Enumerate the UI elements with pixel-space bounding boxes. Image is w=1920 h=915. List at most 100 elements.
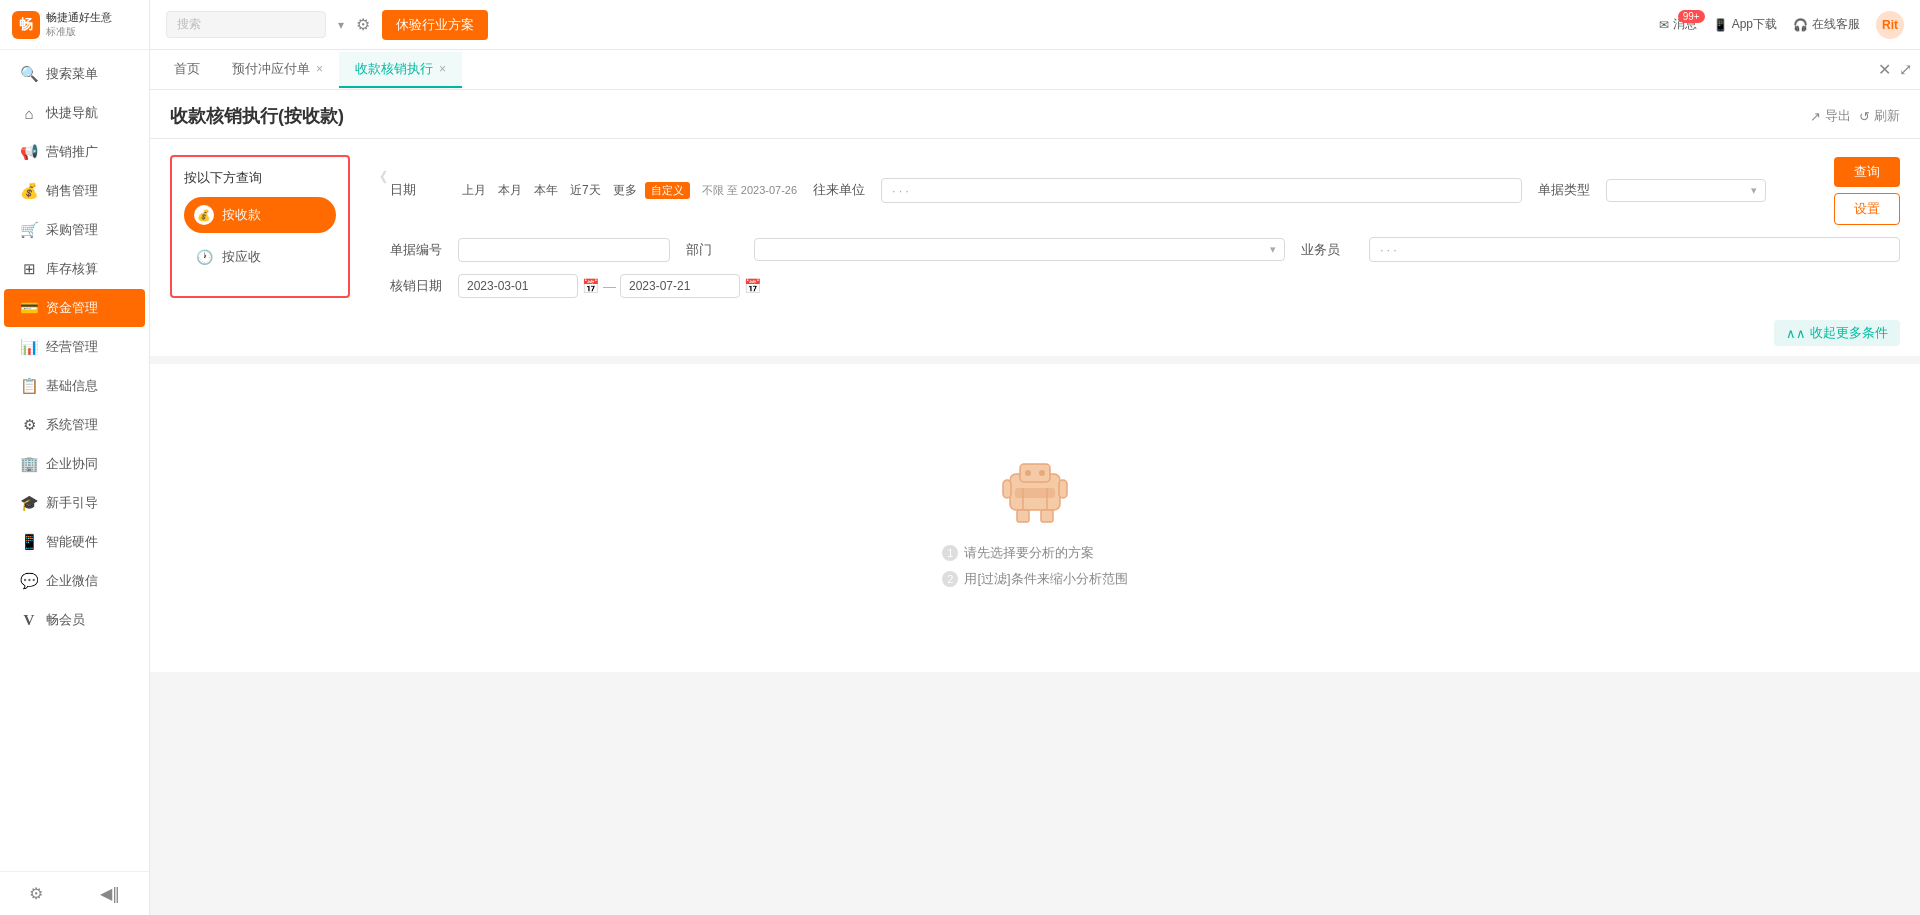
verify-date-field: 核销日期 📅 — 📅 bbox=[390, 274, 761, 298]
tip-num-1: 1 bbox=[942, 545, 958, 561]
tab-prepay-close[interactable]: × bbox=[316, 62, 323, 76]
voucher-no-field: 单据编号 bbox=[390, 238, 670, 262]
sidebar-item-marketing[interactable]: 📢 营销推广 bbox=[4, 133, 145, 171]
app-label: App下载 bbox=[1732, 16, 1777, 33]
staff-field: 业务员 ··· bbox=[1301, 237, 1900, 262]
solution-btn[interactable]: 休验行业方案 bbox=[382, 10, 488, 40]
page-title: 收款核销执行(按收款) bbox=[170, 104, 344, 128]
sidebar-label-purchase: 采购管理 bbox=[46, 221, 98, 239]
sidebar-label-enterprise: 企业协同 bbox=[46, 455, 98, 473]
export-btn[interactable]: ↗ 导出 bbox=[1810, 107, 1851, 125]
sidebar-item-wechat[interactable]: 💬 企业微信 bbox=[4, 562, 145, 600]
tab-home[interactable]: 首页 bbox=[158, 52, 216, 88]
date-shortcuts: 上月 本月 本年 近7天 更多 自定义 bbox=[458, 180, 690, 201]
refresh-label: 刷新 bbox=[1874, 107, 1900, 125]
empty-state: 1 请先选择要分析的方案 2 用[过滤]条件来缩小分析范围 bbox=[150, 364, 1920, 672]
svg-rect-6 bbox=[1059, 480, 1067, 498]
sidebar-item-hardware[interactable]: 📱 智能硬件 bbox=[4, 523, 145, 561]
partner-label: 往来单位 bbox=[813, 181, 873, 199]
app-download-btn[interactable]: 📱 App下载 bbox=[1713, 16, 1777, 33]
sidebar-label-search: 搜索菜单 bbox=[46, 65, 98, 83]
settings-bottom-btn[interactable]: ⚙ bbox=[21, 880, 51, 907]
topbar-gear-icon[interactable]: ⚙ bbox=[356, 15, 370, 34]
filter-settings-btn[interactable]: 设置 bbox=[1834, 193, 1900, 225]
topbar-search-box[interactable]: 搜索 bbox=[166, 11, 326, 38]
date-custom-badge[interactable]: 自定义 bbox=[645, 182, 690, 199]
sidebar-item-member[interactable]: V 畅会员 bbox=[4, 601, 145, 639]
service-label: 在线客服 bbox=[1812, 16, 1860, 33]
date-btn-7days[interactable]: 近7天 bbox=[566, 180, 605, 201]
query-btn[interactable]: 查询 bbox=[1834, 157, 1900, 187]
topbar-dropdown-arrow[interactable]: ▾ bbox=[338, 18, 344, 32]
sidebar-label-business: 经营管理 bbox=[46, 338, 98, 356]
sidebar-item-inventory[interactable]: ⊞ 库存核算 bbox=[4, 250, 145, 288]
sidebar-item-basic[interactable]: 📋 基础信息 bbox=[4, 367, 145, 405]
collapse-more-section: ∧∧ 收起更多条件 bbox=[150, 314, 1920, 356]
sidebar-item-system[interactable]: ⚙ 系统管理 bbox=[4, 406, 145, 444]
app-icon: 📱 bbox=[1713, 18, 1728, 32]
verify-date-end-input[interactable] bbox=[620, 274, 740, 298]
sidebar-label-hardware: 智能硬件 bbox=[46, 533, 98, 551]
tab-receipt-offset-close[interactable]: × bbox=[439, 62, 446, 76]
date-btn-this-year[interactable]: 本年 bbox=[530, 180, 562, 201]
staff-input[interactable]: ··· bbox=[1369, 237, 1900, 262]
online-service-btn[interactable]: 🎧 在线客服 bbox=[1793, 16, 1860, 33]
sidebar-item-finance[interactable]: 💳 资金管理 bbox=[4, 289, 145, 327]
app-logo-icon: 畅 bbox=[12, 11, 40, 39]
by-receipt-icon: 💰 bbox=[194, 205, 214, 225]
collapse-more-btn[interactable]: ∧∧ 收起更多条件 bbox=[1774, 320, 1900, 346]
verify-date-start-calendar[interactable]: 📅 bbox=[582, 278, 599, 294]
filter-by-receipt[interactable]: 💰 按收款 bbox=[184, 197, 336, 233]
main-area: 搜索 ▾ ⚙ 休验行业方案 ✉ 消息 99+ 📱 App下载 🎧 在线客服 Ri… bbox=[150, 0, 1920, 915]
tab-receipt-offset[interactable]: 收款核销执行 × bbox=[339, 52, 462, 88]
sidebar-item-enterprise[interactable]: 🏢 企业协同 bbox=[4, 445, 145, 483]
voucher-no-input[interactable] bbox=[458, 238, 670, 262]
tab-prepay[interactable]: 预付冲应付单 × bbox=[216, 52, 339, 88]
sidebar-item-sales[interactable]: 💰 销售管理 bbox=[4, 172, 145, 210]
date-btn-more[interactable]: 更多 bbox=[609, 180, 641, 201]
message-btn[interactable]: ✉ 消息 99+ bbox=[1659, 16, 1697, 33]
partner-field: 往来单位 ··· bbox=[813, 178, 1522, 203]
sidebar-item-purchase[interactable]: 🛒 采购管理 bbox=[4, 211, 145, 249]
app-version: 标准版 bbox=[46, 25, 112, 39]
filter-left-panel: 按以下方查询 💰 按收款 🕐 按应收 bbox=[170, 155, 350, 298]
refresh-btn[interactable]: ↺ 刷新 bbox=[1859, 107, 1900, 125]
sidebar-item-search[interactable]: 🔍 搜索菜单 bbox=[4, 55, 145, 93]
sidebar-item-quick-nav[interactable]: ⌂ 快捷导航 bbox=[4, 94, 145, 132]
verify-date-separator: — bbox=[603, 279, 616, 294]
empty-tip-1: 请先选择要分析的方案 bbox=[964, 540, 1094, 566]
sales-icon: 💰 bbox=[20, 182, 38, 200]
tab-home-label: 首页 bbox=[174, 60, 200, 78]
verify-date-start-input[interactable] bbox=[458, 274, 578, 298]
app-name: 畅捷通好生意 bbox=[46, 10, 112, 24]
hardware-icon: 📱 bbox=[20, 533, 38, 551]
sidebar-nav: 🔍 搜索菜单 ⌂ 快捷导航 📢 营销推广 💰 销售管理 🛒 采购管理 ⊞ 库存核… bbox=[0, 50, 149, 871]
sidebar-label-sales: 销售管理 bbox=[46, 182, 98, 200]
voucher-type-select[interactable]: ▾ bbox=[1606, 179, 1766, 202]
filter-collapse-btn[interactable]: 《 bbox=[370, 159, 390, 187]
tab-prepay-label: 预付冲应付单 bbox=[232, 60, 310, 78]
wechat-icon: 💬 bbox=[20, 572, 38, 590]
verify-date-end-calendar[interactable]: 📅 bbox=[744, 278, 761, 294]
sidebar-item-guide[interactable]: 🎓 新手引导 bbox=[4, 484, 145, 522]
collapse-sidebar-btn[interactable]: ◀‖ bbox=[92, 880, 128, 907]
svg-rect-5 bbox=[1003, 480, 1011, 498]
voucher-type-label: 单据类型 bbox=[1538, 181, 1598, 199]
by-receipt-label: 按收款 bbox=[222, 206, 261, 224]
message-badge: 99+ bbox=[1678, 10, 1705, 23]
date-btn-last-month[interactable]: 上月 bbox=[458, 180, 490, 201]
collapse-more-label: 收起更多条件 bbox=[1810, 324, 1888, 342]
dept-select[interactable]: ▾ bbox=[754, 238, 1285, 261]
marketing-icon: 📢 bbox=[20, 143, 38, 161]
close-tab-btn[interactable]: ✕ bbox=[1878, 60, 1891, 79]
sidebar-item-business[interactable]: 📊 经营管理 bbox=[4, 328, 145, 366]
sidebar-label-quick-nav: 快捷导航 bbox=[46, 104, 98, 122]
partner-input[interactable]: ··· bbox=[881, 178, 1522, 203]
expand-tab-btn[interactable]: ⤢ bbox=[1899, 60, 1912, 79]
filter-by-receivable[interactable]: 🕐 按应收 bbox=[184, 239, 336, 275]
message-icon: ✉ bbox=[1659, 18, 1669, 32]
svg-rect-1 bbox=[1020, 464, 1050, 482]
date-btn-this-month[interactable]: 本月 bbox=[494, 180, 526, 201]
user-avatar[interactable]: Rit bbox=[1876, 11, 1904, 39]
tab-bar-actions: ✕ ⤢ bbox=[1878, 60, 1912, 79]
